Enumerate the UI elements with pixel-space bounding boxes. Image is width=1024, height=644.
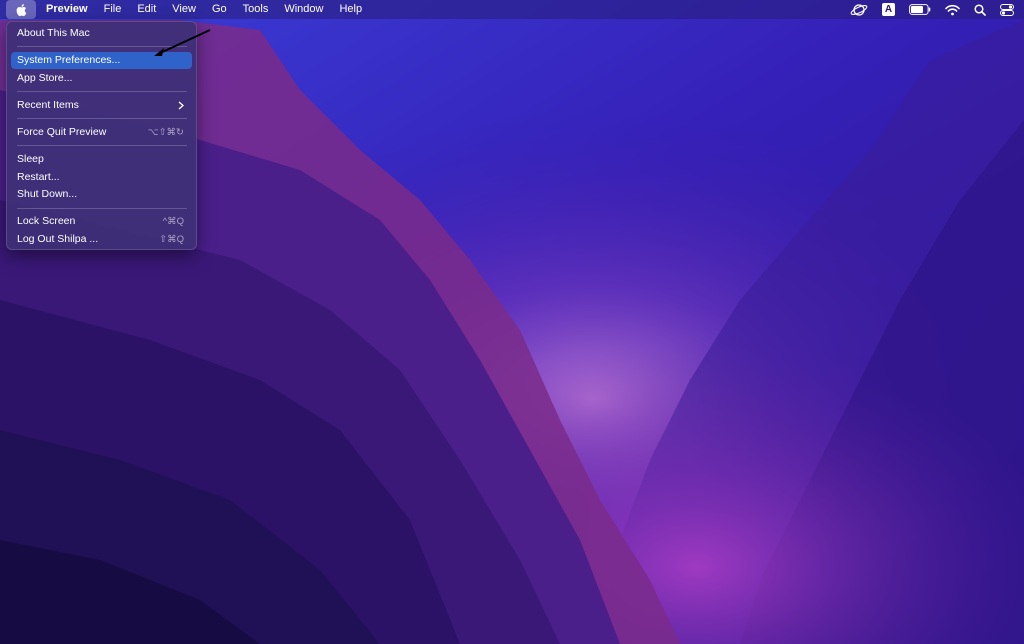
menu-item-lock-screen[interactable]: Lock Screen ^⌘Q <box>11 213 192 230</box>
menu-item-label: Lock Screen <box>17 215 76 227</box>
search-icon[interactable] <box>974 3 986 16</box>
apple-menu-button[interactable] <box>6 0 36 19</box>
menu-item-label: Shut Down... <box>17 188 78 200</box>
menu-item-sleep[interactable]: Sleep <box>11 151 192 168</box>
menu-item-shortcut: ⌥⇧⌘↻ <box>147 127 184 138</box>
menu-item-restart[interactable]: Restart... <box>11 169 192 186</box>
menu-separator <box>17 145 187 146</box>
battery-icon[interactable] <box>909 4 931 15</box>
app-menu-preview[interactable]: Preview <box>38 0 96 19</box>
control-center-icon[interactable] <box>1000 3 1014 16</box>
menu-item-log-out[interactable]: Log Out Shilpa ... ⇧⌘Q <box>11 231 192 248</box>
status-area: A <box>850 0 1014 19</box>
menu-bar: Preview File Edit View Go Tools Window H… <box>0 0 1024 19</box>
menu-item-label: Force Quit Preview <box>17 126 107 138</box>
menu-item-recent-items[interactable]: Recent Items <box>11 97 192 114</box>
input-source-icon[interactable]: A <box>882 3 895 16</box>
planet-icon[interactable] <box>850 3 868 17</box>
menu-view[interactable]: View <box>164 0 204 19</box>
menu-window[interactable]: Window <box>276 0 331 19</box>
menu-item-shut-down[interactable]: Shut Down... <box>11 186 192 203</box>
chevron-right-icon <box>178 101 184 110</box>
menu-item-label: System Preferences... <box>17 54 121 66</box>
menu-separator <box>17 118 187 119</box>
menu-item-label: Log Out Shilpa ... <box>17 233 99 245</box>
menu-separator <box>17 208 187 209</box>
input-source-label: A <box>882 3 895 16</box>
menu-item-shortcut: ^⌘Q <box>162 216 184 227</box>
menu-item-app-store[interactable]: App Store... <box>11 70 192 87</box>
menu-item-label: Recent Items <box>17 99 79 111</box>
menu-go[interactable]: Go <box>204 0 235 19</box>
apple-icon <box>16 3 27 16</box>
menu-item-label: Restart... <box>17 171 60 183</box>
menu-separator <box>17 91 187 92</box>
menu-item-label: App Store... <box>17 72 73 84</box>
menu-tools[interactable]: Tools <box>235 0 277 19</box>
annotation-arrow-icon <box>154 29 211 56</box>
wifi-icon[interactable] <box>945 4 960 16</box>
menu-item-label: Sleep <box>17 153 44 165</box>
menu-help[interactable]: Help <box>331 0 370 19</box>
menu-file[interactable]: File <box>96 0 130 19</box>
menu-item-shortcut: ⇧⌘Q <box>159 234 184 245</box>
menu-item-label: About This Mac <box>17 27 90 39</box>
menu-item-force-quit[interactable]: Force Quit Preview ⌥⇧⌘↻ <box>11 124 192 141</box>
menu-edit[interactable]: Edit <box>129 0 164 19</box>
